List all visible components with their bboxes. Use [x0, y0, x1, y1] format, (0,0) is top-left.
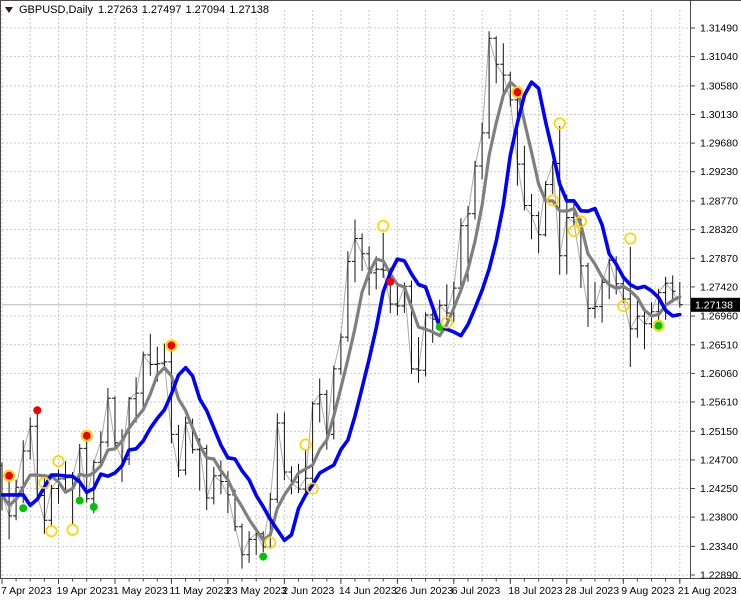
signal-green-dot: [89, 502, 98, 511]
time-tick-label: 18 Jul 2023: [508, 585, 562, 597]
signal-red-dot: [513, 88, 522, 97]
signal-yellow-dot: [66, 523, 79, 536]
signal-dots: [3, 86, 665, 561]
signal-red-dot: [167, 341, 176, 350]
price-tick-label: 1.31490: [700, 23, 738, 35]
price-tick-label: 1.23800: [700, 512, 738, 524]
price-tick-label: 1.26960: [700, 311, 738, 323]
current-price-value: 1.27138: [695, 299, 733, 311]
price-tick-label: 1.27420: [700, 281, 738, 293]
price-tick-label: 1.26510: [700, 339, 738, 351]
ohlc-high-value: 1.27497: [141, 4, 182, 16]
price-tick-label: 1.25150: [700, 426, 738, 438]
signal-red-dot: [386, 277, 395, 286]
price-tick-label: 1.31040: [700, 51, 738, 63]
signal-yellow-dot: [567, 224, 580, 237]
signal-green-dot: [259, 552, 268, 561]
time-tick-label: 28 Jul 2023: [565, 585, 619, 597]
time-tick-label: 9 Aug 2023: [621, 585, 674, 597]
current-price-label: 1.27138: [691, 297, 740, 312]
price-tick-label: 1.29230: [700, 166, 738, 178]
time-tick-label: 19 Apr 2023: [57, 585, 114, 597]
time-tick-label: 26 Jun 2023: [395, 585, 453, 597]
price-tick-label: 1.25610: [700, 397, 738, 409]
price-tick-label: 1.22890: [700, 570, 738, 582]
symbol-timeframe-label: GBPUSD,Daily: [19, 4, 93, 16]
price-tick-label: 1.30130: [700, 109, 738, 121]
time-tick-label: 7 Apr 2023: [1, 585, 52, 597]
time-tick-label: 1 May 2023: [113, 585, 168, 597]
time-axis[interactable]: 7 Apr 2023 19 Apr 2023 1 May 2023 11 May 20…: [1, 579, 737, 597]
signal-red-dot: [5, 471, 14, 480]
price-tick-label: 1.23340: [700, 541, 738, 553]
time-tick-label: 21 Aug 2023: [678, 585, 737, 597]
signal-yellow-dot: [52, 455, 65, 468]
chart-window: 1.31490 1.31040 1.30580 1.30130 1.29680 1.292…: [0, 0, 741, 600]
time-tick-label: 11 May 2023: [169, 585, 229, 597]
signal-green-dot: [75, 496, 84, 505]
time-tick-label: 23 May 2023: [226, 585, 287, 597]
symbol-ohlc-header: GBPUSD,Daily 1.27263 1.27497 1.27094 1.2…: [5, 3, 273, 17]
time-tick-label: 14 Jun 2023: [339, 585, 397, 597]
ohlc-low-value: 1.27094: [185, 4, 226, 16]
signal-yellow-dot: [45, 525, 58, 538]
signal-red-dot: [33, 406, 42, 415]
price-chart-canvas[interactable]: 1.31490 1.31040 1.30580 1.30130 1.29680 1.292…: [0, 0, 741, 600]
price-tick-label: 1.27870: [700, 253, 738, 265]
price-tick-label: 1.29680: [700, 138, 738, 150]
signal-green-dot: [19, 504, 28, 513]
ohlc-close-value: 1.27138: [229, 4, 270, 16]
signal-green-dot: [654, 321, 663, 330]
price-tick-label: 1.26060: [700, 368, 738, 380]
price-tick-label: 1.28320: [700, 224, 738, 236]
price-tick-label: 1.24250: [700, 483, 738, 495]
ohlc-open-value: 1.27263: [97, 4, 138, 16]
time-tick-label: 6 Jul 2023: [452, 585, 501, 597]
symbol-arrow-icon: [5, 7, 13, 13]
time-tick-label: 2 Jun 2023: [282, 585, 334, 597]
price-tick-label: 1.30580: [700, 80, 738, 92]
price-tick-label: 1.28770: [700, 196, 738, 208]
price-tick-label: 1.24700: [700, 454, 738, 466]
signal-yellow-dot: [624, 232, 637, 245]
signal-red-dot: [82, 431, 91, 440]
grid-lines: [1, 10, 690, 578]
